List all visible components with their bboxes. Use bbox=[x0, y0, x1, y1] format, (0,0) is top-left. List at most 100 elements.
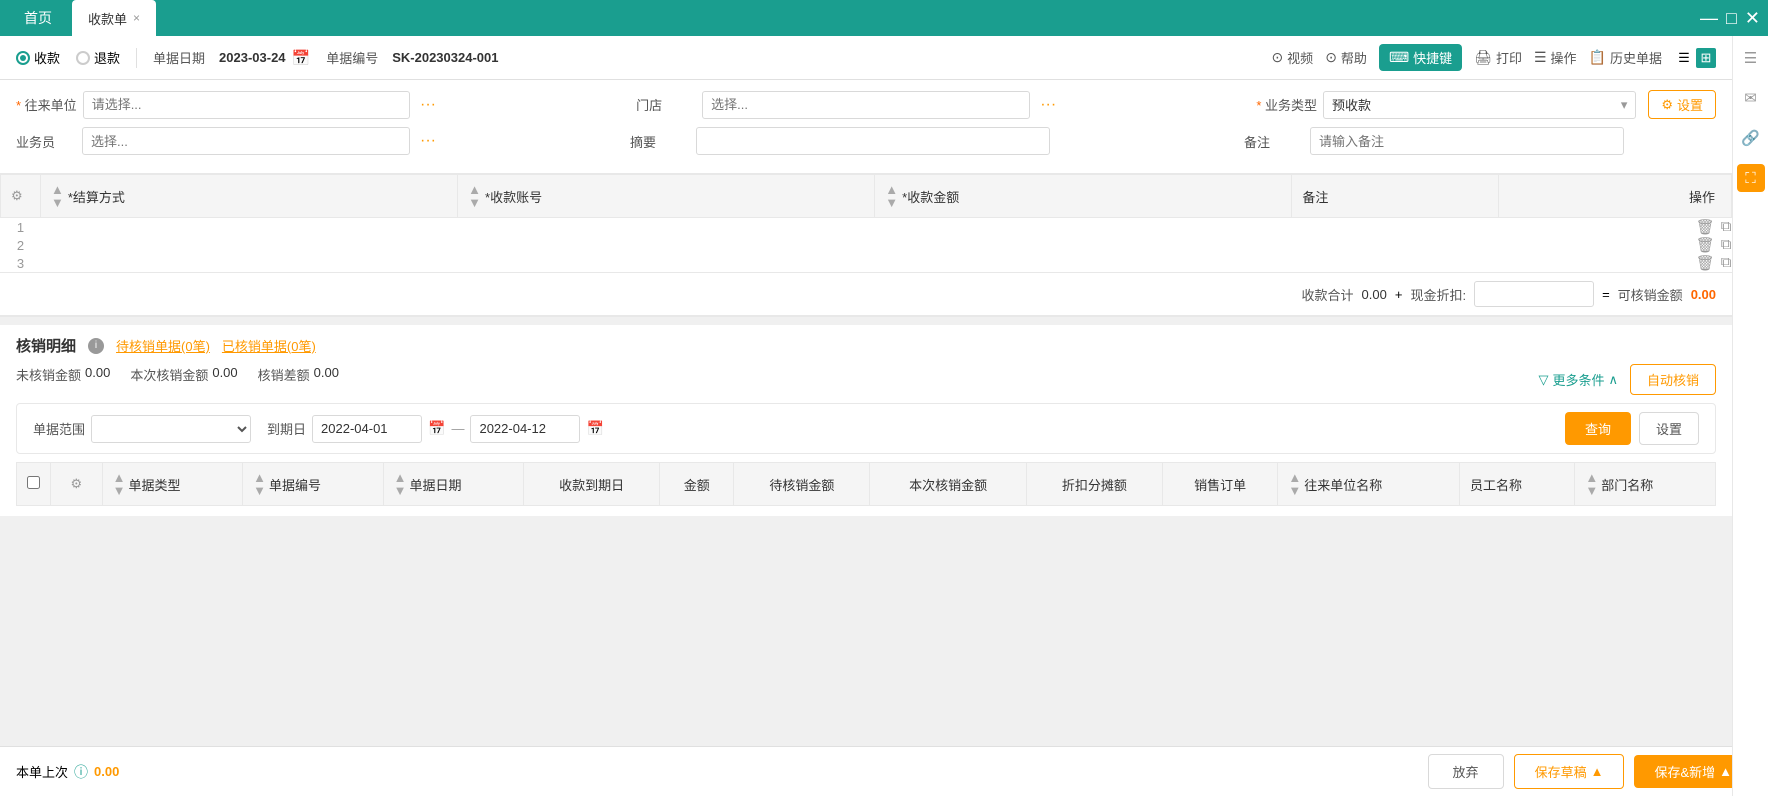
close-icon[interactable]: ✕ bbox=[1745, 8, 1760, 29]
sidebar-email-icon[interactable]: ✉ bbox=[1737, 84, 1765, 112]
shortcut-icon: ⌨ bbox=[1389, 49, 1409, 66]
right-sidebar: ☰ ✉ 🔗 ⛶ bbox=[1732, 36, 1768, 796]
receipt-radio-dot bbox=[16, 51, 30, 65]
remark-field: 备注 bbox=[1244, 127, 1624, 155]
print-btn[interactable]: 🖨 打印 bbox=[1474, 48, 1522, 67]
row-1-amount[interactable] bbox=[875, 218, 1292, 237]
col-gear-bottom[interactable]: ⚙ bbox=[51, 463, 103, 506]
sidebar-table-icon[interactable]: ☰ bbox=[1737, 44, 1765, 72]
col-checkbox-header[interactable] bbox=[17, 463, 51, 506]
row-1-settlement[interactable] bbox=[41, 218, 458, 237]
row-1-delete-icon[interactable]: 🗑 bbox=[1696, 218, 1715, 236]
auto-verify-btn[interactable]: 自动核销 bbox=[1630, 364, 1716, 395]
query-btn[interactable]: 查询 bbox=[1565, 412, 1631, 445]
salesperson-more-btn[interactable]: ··· bbox=[420, 132, 436, 150]
salesperson-input[interactable] bbox=[82, 127, 410, 155]
col-company: ▲▼ 往来单位名称 bbox=[1278, 463, 1460, 506]
row-num-1: 1 bbox=[1, 218, 41, 237]
salesperson-label: 业务员 bbox=[16, 132, 76, 151]
row-2-amount[interactable] bbox=[875, 236, 1292, 254]
layout-grid-icon[interactable]: ⊞ bbox=[1696, 48, 1716, 68]
shop-label: 门店 bbox=[636, 95, 696, 114]
counterparty-input[interactable] bbox=[83, 91, 410, 119]
done-tab[interactable]: 已核销单据(0笔) bbox=[222, 336, 316, 355]
save-new-arrow-icon: ▲ bbox=[1719, 764, 1732, 779]
range-select[interactable] bbox=[91, 415, 251, 443]
select-all-checkbox[interactable] bbox=[27, 476, 40, 489]
operation-btn[interactable]: ☰ 操作 bbox=[1534, 48, 1577, 67]
sidebar-link-icon[interactable]: 🔗 bbox=[1737, 124, 1765, 152]
tab-receipt[interactable]: 收款单 × bbox=[72, 0, 156, 36]
discount-input[interactable] bbox=[1474, 281, 1594, 307]
verify-info-icon[interactable]: i bbox=[88, 338, 104, 354]
row-3-settlement[interactable] bbox=[41, 254, 458, 272]
sidebar-screen-icon[interactable]: ⛶ bbox=[1737, 164, 1765, 192]
shop-more-btn[interactable]: ··· bbox=[1040, 96, 1056, 114]
col-settings-header[interactable]: ⚙ bbox=[1, 175, 41, 218]
verify-section: 核销明细 i 待核销单据(0笔) 已核销单据(0笔) 未核销金额 0.00 本次… bbox=[0, 325, 1732, 516]
form-section: 往来单位 ··· 门店 ··· 业务类型 预收款 ▾ bbox=[0, 80, 1732, 174]
row-2-delete-icon[interactable]: 🗑 bbox=[1696, 236, 1715, 254]
pending-tab[interactable]: 待核销单据(0笔) bbox=[116, 336, 210, 355]
minimize-icon[interactable]: — bbox=[1700, 8, 1718, 29]
row-3-delete-icon[interactable]: 🗑 bbox=[1696, 254, 1715, 272]
tab-bar-controls: — □ ✕ bbox=[1700, 8, 1760, 29]
shortcut-btn[interactable]: ⌨ 快捷键 bbox=[1379, 44, 1462, 71]
row-1-account[interactable] bbox=[458, 218, 875, 237]
business-type-label: 业务类型 bbox=[1256, 95, 1317, 114]
row-1-remark[interactable] bbox=[1292, 218, 1499, 237]
row-2-remark[interactable] bbox=[1292, 236, 1499, 254]
business-type-select[interactable]: 预收款 ▾ bbox=[1323, 91, 1636, 119]
row-3-copy-icon[interactable]: ⧉ bbox=[1721, 254, 1732, 272]
col-remark-header: 备注 bbox=[1292, 175, 1499, 218]
col-account-header: ▲▼ *收款账号 bbox=[458, 175, 875, 218]
bottom-actions: 放弃 保存草稿 ▲ 保存&新增 ▲ bbox=[1428, 754, 1752, 789]
tab-home[interactable]: 首页 bbox=[8, 0, 68, 36]
diff-stat: 核销差额 0.00 bbox=[258, 365, 339, 384]
summary-input[interactable] bbox=[696, 127, 1050, 155]
refund-radio[interactable]: 退款 bbox=[76, 48, 120, 67]
calc-bar: 收款合计 0.00 + 现金折扣: = 可核销金额 0.00 bbox=[0, 272, 1732, 317]
calendar-icon[interactable]: 📅 bbox=[292, 49, 311, 67]
row-3-remark[interactable] bbox=[1292, 254, 1499, 272]
bottom-gear-icon[interactable]: ⚙ bbox=[70, 476, 82, 491]
more-conditions-btn[interactable]: ▽ 更多条件 ∧ bbox=[1538, 370, 1618, 389]
settings-btn[interactable]: ⚙ 设置 bbox=[1648, 90, 1716, 119]
video-btn[interactable]: ⊙ 视频 bbox=[1271, 48, 1313, 67]
counterparty-more-btn[interactable]: ··· bbox=[420, 96, 436, 114]
due-date-from[interactable] bbox=[312, 415, 422, 443]
help-btn[interactable]: ⊙ 帮助 bbox=[1325, 48, 1367, 67]
range-filter: 单据范围 bbox=[33, 415, 251, 443]
maximize-icon[interactable]: □ bbox=[1726, 8, 1737, 29]
summary-label: 摘要 bbox=[630, 132, 690, 151]
help-icon: ⊙ bbox=[1325, 49, 1337, 66]
verify-title: 核销明细 i 待核销单据(0笔) 已核销单据(0笔) bbox=[16, 335, 1716, 356]
history-btn[interactable]: 📋 历史单据 bbox=[1589, 48, 1662, 67]
divider1 bbox=[136, 48, 137, 68]
filter-settings-btn[interactable]: 设置 bbox=[1639, 412, 1699, 445]
table-row: 1 🗑 ⧉ bbox=[1, 218, 1732, 237]
row-3-amount[interactable] bbox=[875, 254, 1292, 272]
due-date-from-cal-icon[interactable]: 📅 bbox=[428, 420, 445, 437]
shop-input[interactable] bbox=[702, 91, 1030, 119]
tab-close-icon[interactable]: × bbox=[133, 11, 140, 25]
row-2-account[interactable] bbox=[458, 236, 875, 254]
row-2-copy-icon[interactable]: ⧉ bbox=[1721, 236, 1732, 254]
layout-icons: ☰ ⊞ bbox=[1674, 48, 1716, 68]
save-draft-btn[interactable]: 保存草稿 ▲ bbox=[1514, 754, 1625, 789]
row-1-copy-icon[interactable]: ⧉ bbox=[1721, 218, 1732, 236]
remark-input[interactable] bbox=[1310, 127, 1624, 155]
bottom-bar: 本单上次 ⓘ 0.00 放弃 保存草稿 ▲ 保存&新增 ▲ bbox=[0, 746, 1768, 796]
due-date-to[interactable] bbox=[470, 415, 580, 443]
table-gear-icon[interactable]: ⚙ bbox=[11, 188, 23, 203]
counterparty-label: 往来单位 bbox=[16, 95, 77, 114]
due-date-to-cal-icon[interactable]: 📅 bbox=[586, 420, 603, 437]
row-2-settlement[interactable] bbox=[41, 236, 458, 254]
receipt-radio[interactable]: 收款 bbox=[16, 48, 60, 67]
row-3-account[interactable] bbox=[458, 254, 875, 272]
abandon-btn[interactable]: 放弃 bbox=[1428, 754, 1504, 789]
order-icon[interactable]: ⓘ bbox=[74, 762, 88, 782]
layout-list-icon[interactable]: ☰ bbox=[1674, 48, 1694, 68]
toolbar-right: ⊙ 视频 ⊙ 帮助 ⌨ 快捷键 🖨 打印 ☰ 操作 📋 历史单据 bbox=[1271, 44, 1716, 71]
table-head: ⚙ ▲▼ *结算方式 ▲▼ *收款账号 bbox=[1, 175, 1732, 218]
